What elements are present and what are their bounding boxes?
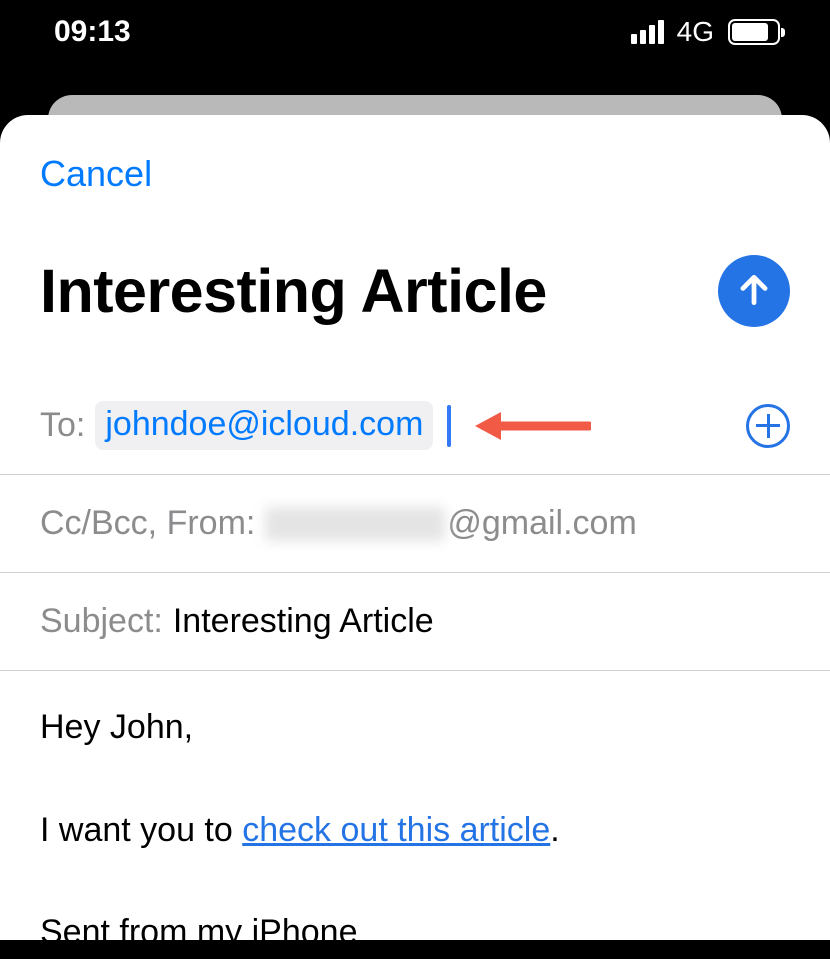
network-type-label: 4G <box>677 16 714 48</box>
ccbcc-from-label: Cc/Bcc, From: <box>40 504 255 543</box>
email-body[interactable]: Hey John, I want you to check out this a… <box>0 671 830 959</box>
send-button[interactable] <box>718 255 790 327</box>
recipient-chip[interactable]: johndoe@icloud.com <box>95 401 433 450</box>
annotation-arrow-icon <box>471 409 591 443</box>
status-bar: 09:13 4G <box>0 0 830 64</box>
compose-title: Interesting Article <box>40 256 547 326</box>
subject-value: Interesting Article <box>173 602 434 641</box>
cellular-signal-icon <box>631 20 664 44</box>
body-greeting: Hey John, <box>40 701 790 754</box>
subject-row[interactable]: Subject: Interesting Article <box>0 573 830 671</box>
redacted-name <box>265 507 445 541</box>
from-email-suffix: @gmail.com <box>447 504 636 543</box>
status-indicators: 4G <box>631 16 780 48</box>
subject-label: Subject: <box>40 602 163 641</box>
cancel-button[interactable]: Cancel <box>40 153 152 195</box>
battery-icon <box>728 19 780 45</box>
ccbcc-from-row[interactable]: Cc/Bcc, From: @gmail.com <box>0 475 830 573</box>
to-field-row[interactable]: To: johndoe@icloud.com <box>0 377 830 475</box>
arrow-up-icon <box>735 271 773 312</box>
status-time: 09:13 <box>54 15 131 49</box>
body-hyperlink[interactable]: check out this article <box>242 811 550 849</box>
to-label: To: <box>40 406 85 445</box>
compose-sheet: Cancel Interesting Article To: johndoe@i… <box>0 115 830 940</box>
text-cursor <box>447 405 451 447</box>
add-contact-button[interactable] <box>746 404 790 448</box>
body-line: I want you to check out this article. <box>40 804 790 857</box>
body-signature: Sent from my iPhone <box>40 906 790 959</box>
from-value[interactable]: @gmail.com <box>265 504 636 543</box>
